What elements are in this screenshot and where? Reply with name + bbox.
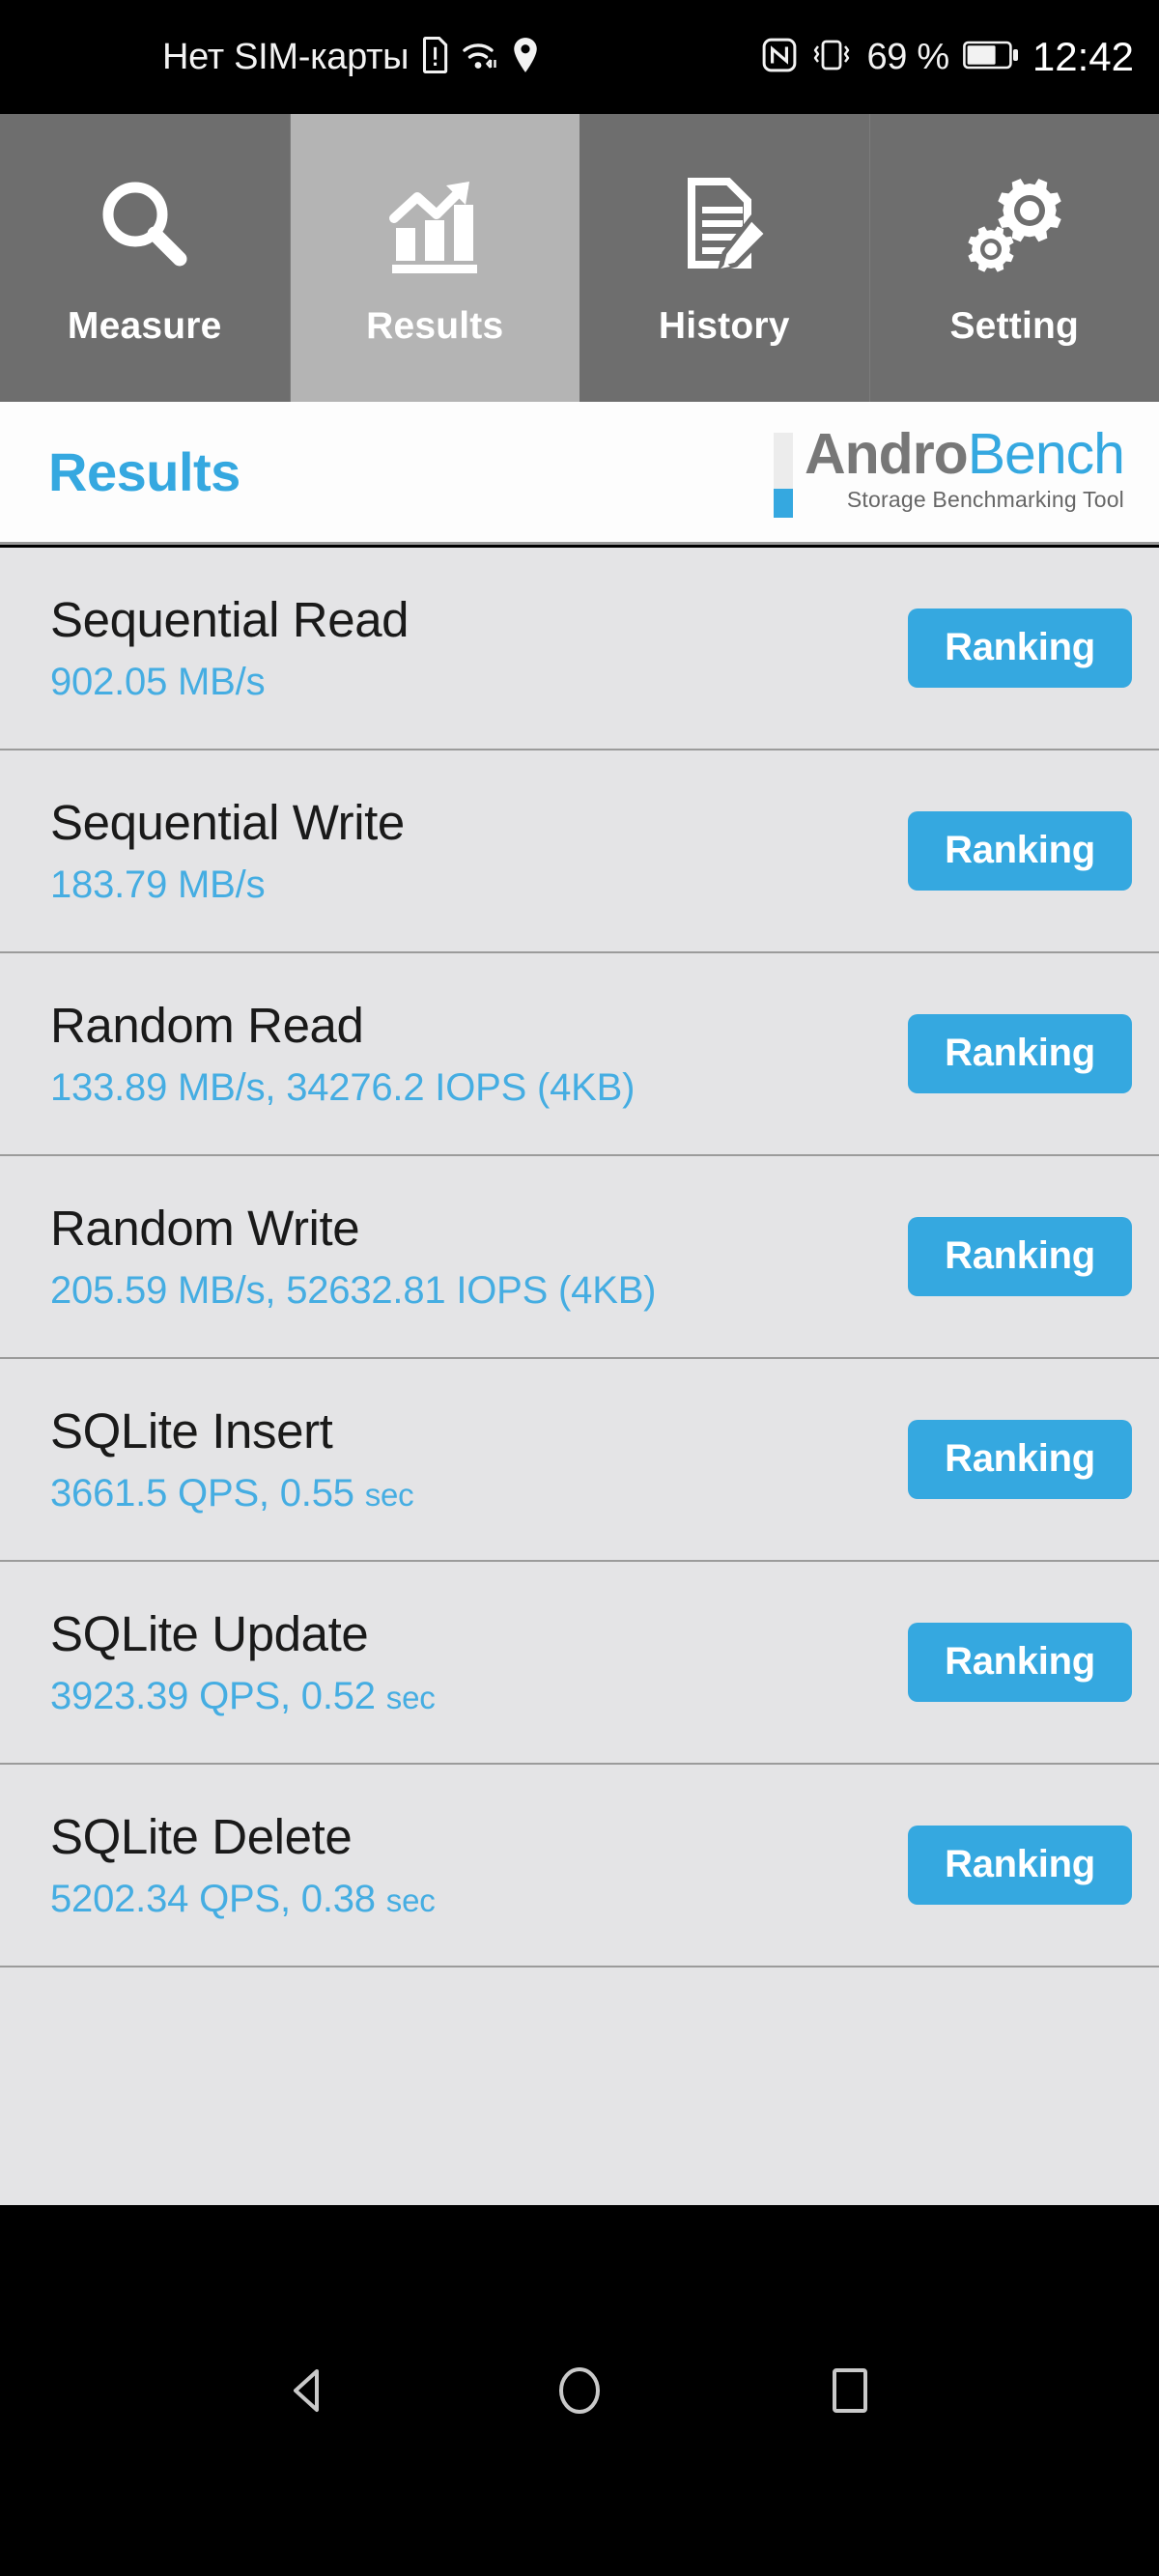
tab-results[interactable]: Results — [289, 114, 580, 402]
row-value-main: 183.79 MB/s — [50, 863, 266, 906]
row-title: Sequential Write — [50, 795, 405, 851]
row-value-main: 5202.34 QPS, 0.38 — [50, 1877, 386, 1920]
home-circle-icon[interactable] — [522, 2333, 637, 2449]
row-texts: Random Write 205.59 MB/s, 52632.81 IOPS … — [50, 1203, 656, 1311]
magnifier-icon — [91, 168, 199, 284]
row-value: 205.59 MB/s, 52632.81 IOPS (4KB) — [50, 1270, 656, 1311]
tab-measure[interactable]: Measure — [0, 114, 290, 402]
tab-history-label: History — [658, 305, 790, 347]
row-title: Sequential Read — [50, 592, 410, 648]
logo-bar-icon — [774, 432, 794, 518]
ranking-button[interactable]: Ranking — [908, 609, 1132, 688]
row-value-unit: sec — [385, 1882, 436, 1918]
tab-measure-label: Measure — [67, 305, 222, 347]
status-bar: Нет SIM-карты 69 % 12:42 — [0, 0, 1159, 114]
status-bar-right: 69 % 12:42 — [762, 34, 1134, 80]
ranking-button[interactable]: Ranking — [908, 811, 1132, 891]
row-texts: SQLite Insert 3661.5 QPS, 0.55 sec — [50, 1405, 414, 1514]
row-value: 183.79 MB/s — [50, 864, 405, 905]
ranking-button[interactable]: Ranking — [908, 1623, 1132, 1702]
phone-screen: Нет SIM-карты 69 % 12:42 Measure Results… — [0, 0, 1159, 2576]
sim-card-alert-icon — [421, 36, 448, 78]
row-value-main: 205.59 MB/s, 52632.81 IOPS (4KB) — [50, 1268, 657, 1312]
row-value-main: 3923.39 QPS, 0.52 — [50, 1674, 386, 1717]
clock-label: 12:42 — [1032, 34, 1134, 79]
row-title: SQLite Update — [50, 1606, 369, 1662]
table-row[interactable]: Random Write 205.59 MB/s, 52632.81 IOPS … — [0, 1156, 1159, 1359]
vibrate-icon — [810, 37, 853, 78]
row-title: Random Read — [50, 998, 364, 1054]
table-row[interactable]: Sequential Write 183.79 MB/s Ranking — [0, 750, 1159, 953]
logo-text: AndroBench Storage Benchmarking Tool — [805, 425, 1125, 514]
row-value-unit: sec — [385, 1679, 436, 1715]
ranking-button[interactable]: Ranking — [908, 1217, 1132, 1296]
tab-setting[interactable]: Setting — [868, 114, 1159, 402]
ranking-button[interactable]: Ranking — [908, 1014, 1132, 1093]
row-texts: SQLite Update 3923.39 QPS, 0.52 sec — [50, 1608, 436, 1716]
row-texts: Sequential Read 902.05 MB/s — [50, 592, 410, 702]
document-pencil-icon — [670, 168, 778, 284]
table-row[interactable]: SQLite Update 3923.39 QPS, 0.52 sec Rank… — [0, 1562, 1159, 1765]
battery-icon — [962, 40, 1019, 75]
back-triangle-icon[interactable] — [251, 2333, 367, 2449]
results-list: Sequential Read 902.05 MB/s Ranking Sequ… — [0, 548, 1159, 2205]
ranking-button[interactable]: Ranking — [908, 1420, 1132, 1499]
logo-primary-text: Andro — [805, 421, 969, 486]
row-value: 5202.34 QPS, 0.38 sec — [50, 1879, 436, 1919]
row-value: 133.89 MB/s, 34276.2 IOPS (4KB) — [50, 1067, 635, 1108]
row-value-main: 3661.5 QPS, 0.55 — [50, 1471, 365, 1514]
row-title: SQLite Insert — [50, 1403, 333, 1459]
logo-subtitle: Storage Benchmarking Tool — [846, 487, 1124, 513]
table-row[interactable]: SQLite Delete 5202.34 QPS, 0.38 sec Rank… — [0, 1765, 1159, 1967]
wifi-icon — [461, 39, 499, 76]
status-bar-left: Нет SIM-карты — [162, 36, 539, 78]
row-title: SQLite Delete — [50, 1809, 353, 1865]
list-empty-space — [0, 1967, 1159, 2205]
nfc-icon — [762, 38, 797, 77]
logo-secondary-text: Bench — [967, 421, 1125, 486]
table-row[interactable]: SQLite Insert 3661.5 QPS, 0.55 sec Ranki… — [0, 1359, 1159, 1562]
row-value-unit: sec — [364, 1476, 414, 1513]
row-value-main: 902.05 MB/s — [50, 660, 266, 703]
android-nav-bar — [0, 2205, 1159, 2576]
page-title: Results — [48, 441, 240, 502]
androbench-logo: AndroBench Storage Benchmarking Tool — [774, 425, 1125, 518]
tab-history[interactable]: History — [580, 114, 869, 402]
row-value: 3923.39 QPS, 0.52 sec — [50, 1676, 436, 1716]
location-pin-icon — [512, 37, 539, 78]
row-title: Random Write — [50, 1201, 360, 1257]
table-row[interactable]: Random Read 133.89 MB/s, 34276.2 IOPS (4… — [0, 953, 1159, 1156]
gears-icon — [960, 168, 1068, 284]
bar-chart-arrow-icon — [381, 168, 489, 284]
page-header: Results AndroBench Storage Benchmarking … — [0, 402, 1159, 545]
tab-setting-label: Setting — [949, 305, 1080, 347]
carrier-label: Нет SIM-карты — [162, 36, 410, 77]
ranking-button[interactable]: Ranking — [908, 1826, 1132, 1905]
logo-wordmark: AndroBench — [805, 425, 1125, 483]
recents-square-icon[interactable] — [792, 2333, 908, 2449]
tab-results-label: Results — [366, 305, 504, 347]
battery-percent-label: 69 % — [866, 36, 949, 77]
table-row[interactable]: Sequential Read 902.05 MB/s Ranking — [0, 548, 1159, 750]
row-value: 902.05 MB/s — [50, 662, 409, 702]
row-value-main: 133.89 MB/s, 34276.2 IOPS (4KB) — [50, 1065, 636, 1109]
row-value: 3661.5 QPS, 0.55 sec — [50, 1473, 414, 1514]
row-texts: SQLite Delete 5202.34 QPS, 0.38 sec — [50, 1811, 436, 1919]
tab-bar: Measure Results History Setting — [0, 114, 1159, 402]
row-texts: Sequential Write 183.79 MB/s — [50, 797, 405, 905]
row-texts: Random Read 133.89 MB/s, 34276.2 IOPS (4… — [50, 1000, 635, 1108]
